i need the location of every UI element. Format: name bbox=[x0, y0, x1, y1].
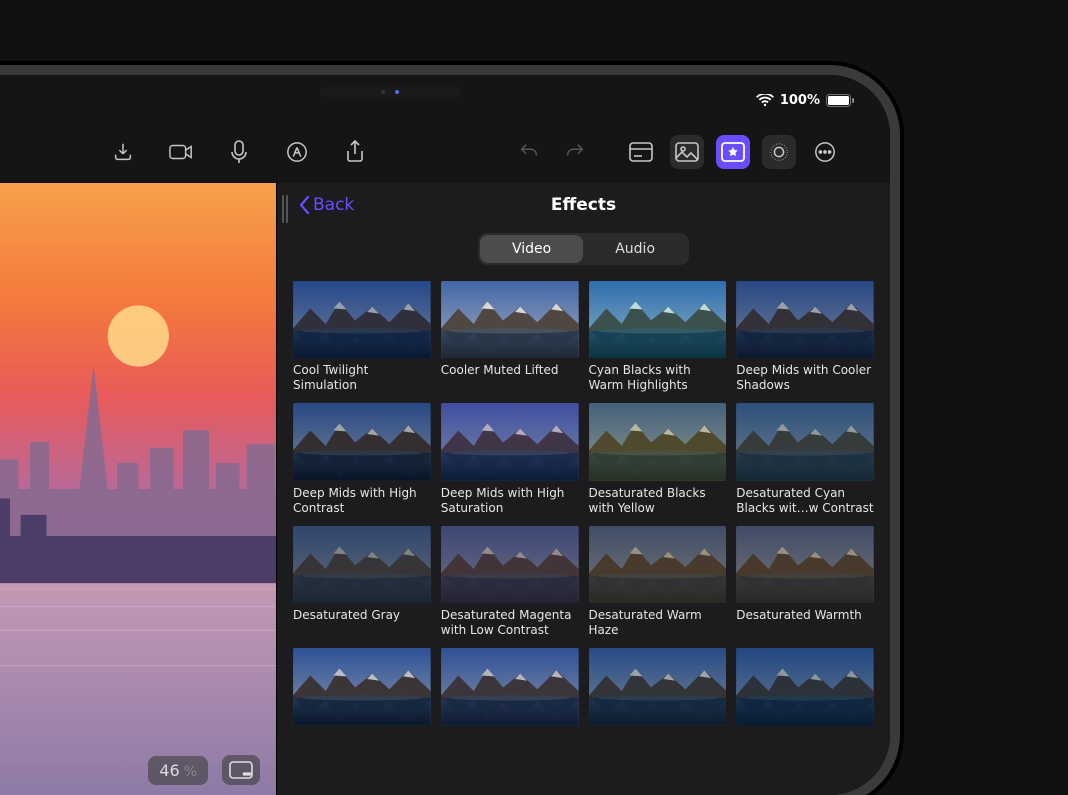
effect-item[interactable] bbox=[736, 648, 874, 760]
effect-item[interactable]: Desaturated Warm Haze bbox=[589, 526, 727, 638]
effect-label: Cyan Blacks with Warm Highlights bbox=[589, 363, 727, 393]
microphone-icon[interactable] bbox=[222, 135, 256, 169]
effect-thumbnail bbox=[736, 648, 874, 725]
titles-icon[interactable] bbox=[280, 135, 314, 169]
effect-item[interactable]: Deep Mids with High Contrast bbox=[293, 403, 431, 515]
preview-image bbox=[0, 183, 276, 795]
effect-item[interactable]: Cyan Blacks with Warm Highlights bbox=[589, 281, 727, 393]
effects-icon[interactable] bbox=[716, 135, 750, 169]
tab-audio[interactable]: Audio bbox=[583, 235, 687, 263]
wifi-icon bbox=[756, 94, 774, 107]
effect-label: Desaturated Cyan Blacks wit…w Contrast bbox=[736, 486, 874, 516]
status-bar: 100% bbox=[756, 93, 854, 108]
effect-label: Desaturated Gray bbox=[293, 608, 431, 638]
zoom-value: 46 bbox=[159, 761, 179, 780]
battery-percent: 100% bbox=[780, 93, 820, 108]
effect-item[interactable]: Deep Mids with Cooler Shadows bbox=[736, 281, 874, 393]
more-icon[interactable] bbox=[808, 135, 842, 169]
effect-label: Cool Twilight Simulation bbox=[293, 363, 431, 393]
panel-title: Effects bbox=[551, 195, 616, 215]
device-frame: 100% bbox=[0, 75, 890, 795]
effect-thumbnail bbox=[589, 526, 727, 603]
segmented-control: Video Audio bbox=[478, 233, 689, 265]
effect-label: Desaturated Magenta with Low Contrast bbox=[441, 608, 579, 638]
photos-icon[interactable] bbox=[670, 135, 704, 169]
effect-thumbnail bbox=[589, 403, 727, 480]
effect-thumbnail bbox=[441, 281, 579, 358]
camera-icon[interactable] bbox=[164, 135, 198, 169]
effect-thumbnail bbox=[293, 403, 431, 480]
effect-item[interactable] bbox=[293, 648, 431, 760]
redo-icon[interactable] bbox=[558, 135, 592, 169]
effect-item[interactable]: Cool Twilight Simulation bbox=[293, 281, 431, 393]
color-wheel-icon[interactable] bbox=[762, 135, 796, 169]
effect-label: Deep Mids with Cooler Shadows bbox=[736, 363, 874, 393]
effect-item[interactable]: Cooler Muted Lifted bbox=[441, 281, 579, 393]
back-label: Back bbox=[313, 195, 354, 215]
effect-item[interactable] bbox=[589, 648, 727, 760]
effect-thumbnail bbox=[589, 281, 727, 358]
zoom-unit: % bbox=[184, 764, 197, 780]
effect-label bbox=[736, 731, 874, 761]
effect-item[interactable]: Desaturated Warmth bbox=[736, 526, 874, 638]
download-icon[interactable] bbox=[106, 135, 140, 169]
effect-item[interactable]: Desaturated Gray bbox=[293, 526, 431, 638]
effect-thumbnail bbox=[441, 526, 579, 603]
effects-panel: Back Effects Video Audio Cool Twilight S… bbox=[276, 183, 890, 795]
effect-label: Desaturated Blacks with Yellow bbox=[589, 486, 727, 516]
effect-thumbnail bbox=[441, 403, 579, 480]
effect-thumbnail bbox=[293, 526, 431, 603]
effect-thumbnail bbox=[441, 648, 579, 725]
effect-item[interactable]: Desaturated Magenta with Low Contrast bbox=[441, 526, 579, 638]
display-options-button[interactable] bbox=[222, 755, 260, 785]
tab-video[interactable]: Video bbox=[480, 235, 583, 263]
effect-label bbox=[293, 731, 431, 761]
app-screen: 100% bbox=[0, 75, 890, 795]
zoom-chip[interactable]: 46 % bbox=[148, 756, 208, 785]
share-icon[interactable] bbox=[338, 135, 372, 169]
effect-thumbnail bbox=[736, 526, 874, 603]
effect-thumbnail bbox=[293, 648, 431, 725]
effect-label: Desaturated Warm Haze bbox=[589, 608, 727, 638]
undo-icon[interactable] bbox=[512, 135, 546, 169]
toolbar bbox=[0, 125, 890, 179]
effect-label: Desaturated Warmth bbox=[736, 608, 874, 638]
effect-label: Cooler Muted Lifted bbox=[441, 363, 579, 393]
effects-grid: Cool Twilight Simulation Cooler Muted Lif… bbox=[293, 281, 874, 761]
effect-item[interactable] bbox=[441, 648, 579, 760]
inspector-icon[interactable] bbox=[624, 135, 658, 169]
effect-item[interactable]: Desaturated Blacks with Yellow bbox=[589, 403, 727, 515]
sensor-bar bbox=[320, 87, 460, 97]
effect-thumbnail bbox=[589, 648, 727, 725]
panel-resize-handle[interactable] bbox=[282, 195, 288, 223]
preview-viewer[interactable]: 46 % bbox=[0, 183, 276, 795]
effect-thumbnail bbox=[736, 403, 874, 480]
effect-item[interactable]: Deep Mids with High Saturation bbox=[441, 403, 579, 515]
effect-label: Deep Mids with High Contrast bbox=[293, 486, 431, 516]
effect-label bbox=[589, 731, 727, 761]
effect-thumbnail bbox=[736, 281, 874, 358]
battery-icon bbox=[826, 94, 854, 107]
effect-item[interactable]: Desaturated Cyan Blacks wit…w Contrast bbox=[736, 403, 874, 515]
back-button[interactable]: Back bbox=[299, 195, 354, 215]
effect-thumbnail bbox=[293, 281, 431, 358]
effect-label: Deep Mids with High Saturation bbox=[441, 486, 579, 516]
effect-label bbox=[441, 731, 579, 761]
